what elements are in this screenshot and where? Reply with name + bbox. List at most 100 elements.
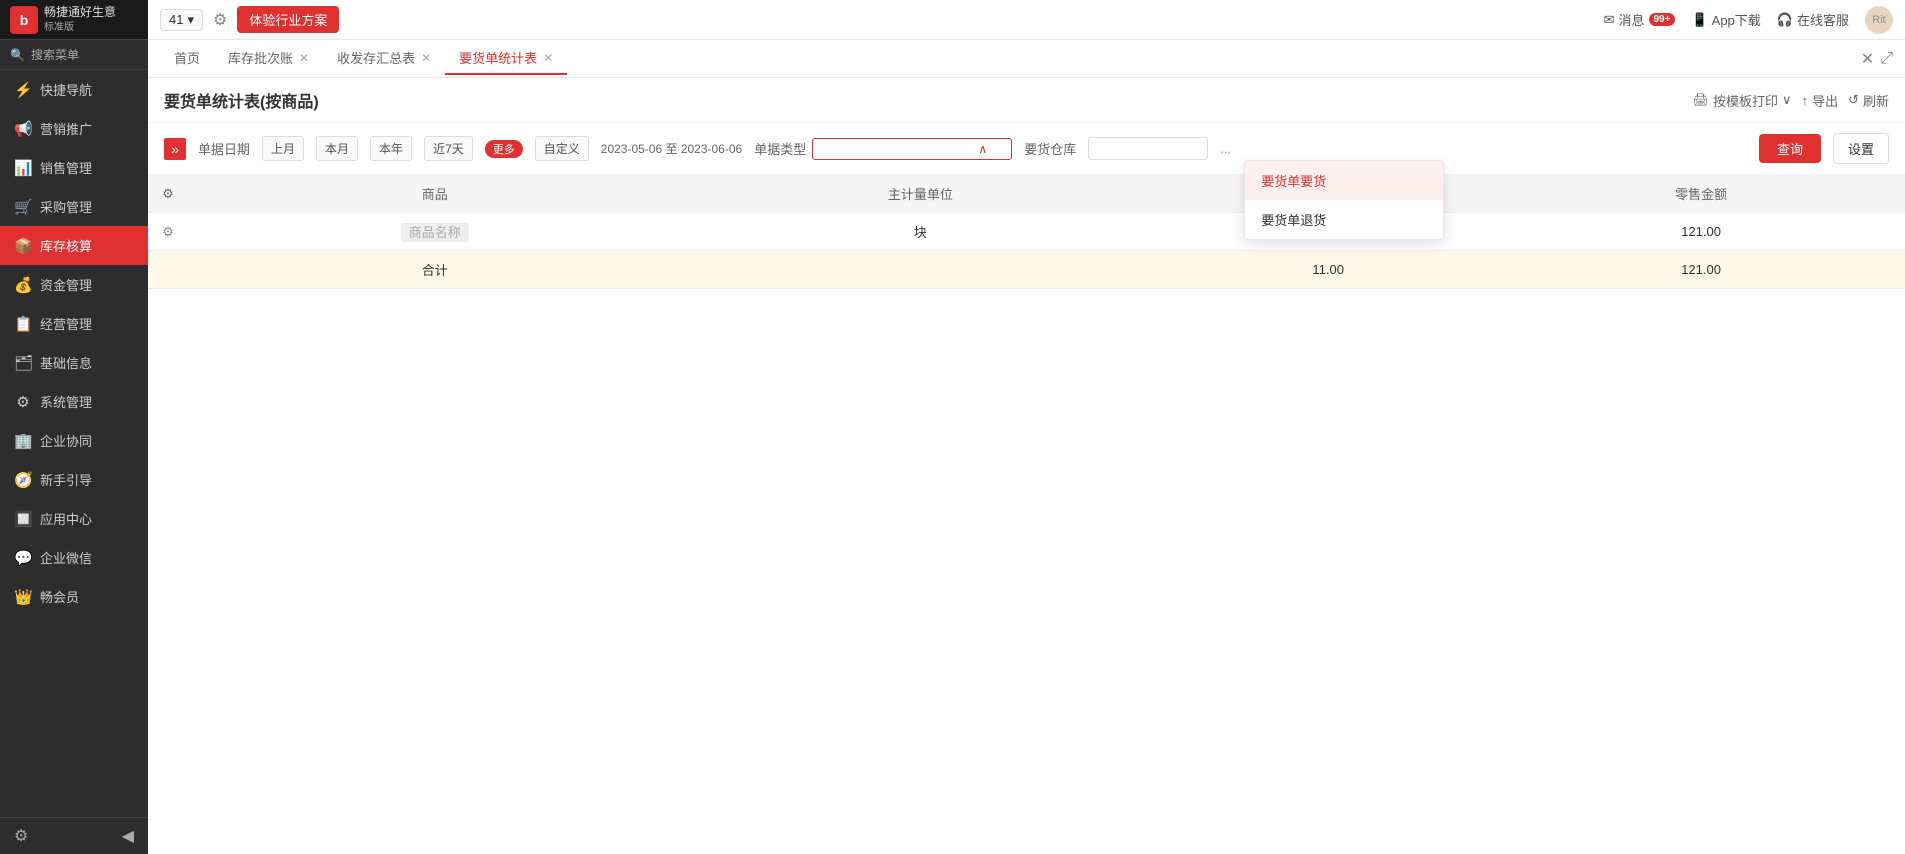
- page-header: 要货单统计表(按商品) 🖨 按模板打印 ∨ ↑ 导出 ↺ 刷新: [148, 78, 1905, 123]
- sidebar-item-finance[interactable]: 💰 资金管理: [0, 265, 148, 304]
- table-container: ⚙ 商品 主计量单位 主数量 零售金额 ⚙ 商品名称 块 11.00 121.0…: [148, 175, 1905, 854]
- custom-date-btn[interactable]: 自定义: [535, 136, 589, 161]
- last-month-btn[interactable]: 上月: [262, 136, 304, 161]
- tab-receipt-summary[interactable]: 收发存汇总表✕: [323, 42, 445, 75]
- sidebar-item-marketing[interactable]: 📢 营销推广: [0, 109, 148, 148]
- nav-icon-enterprise: 🏢: [14, 432, 32, 450]
- nav-label-finance: 资金管理: [40, 275, 92, 294]
- type-dropdown-popup: 要货单要货要货单退货: [1244, 160, 1444, 240]
- warehouse-more-icon[interactable]: ...: [1220, 141, 1231, 156]
- total-label: 合计: [188, 251, 682, 289]
- sidebar-item-operations[interactable]: 📋经营管理: [0, 304, 148, 343]
- sidebar-search[interactable]: 🔍 搜索菜单: [0, 40, 148, 70]
- nav-icon-marketing: 📢: [14, 120, 32, 138]
- query-button[interactable]: 查询: [1759, 134, 1821, 163]
- nav-label-appstore: 应用中心: [40, 509, 92, 528]
- nav-label-basic: 基础信息: [40, 353, 92, 372]
- sidebar-item-appstore[interactable]: 🔲应用中心: [0, 499, 148, 538]
- sidebar-item-wechat[interactable]: 💬 企业微信: [0, 538, 148, 577]
- row-settings[interactable]: ⚙: [148, 213, 188, 251]
- more-btn[interactable]: 更多: [485, 140, 523, 158]
- dropdown-item-order-goods[interactable]: 要货单要货: [1245, 161, 1443, 200]
- store-selector[interactable]: 41 ▾: [160, 9, 203, 31]
- nav-icon-member: 👑: [14, 588, 32, 606]
- nav-icon-quick-nav: ⚡: [14, 81, 32, 99]
- close-all-tabs-button[interactable]: ✕: [1861, 49, 1874, 69]
- tab-close-batch-account[interactable]: ✕: [299, 51, 309, 65]
- date-range-display: 2023-05-06 至 2023-06-06: [601, 140, 742, 157]
- nav-icon-wechat: 💬: [14, 549, 32, 567]
- row-product: 商品名称: [188, 213, 682, 251]
- nav-label-marketing: 营销推广: [40, 119, 92, 138]
- sidebar-item-basic[interactable]: 🗂 基础信息: [0, 343, 148, 382]
- topbar-gear-icon[interactable]: ⚙: [213, 10, 227, 30]
- nav-label-wechat: 企业微信: [40, 548, 92, 567]
- total-row: 合计 11.00 121.00: [148, 251, 1905, 289]
- message-button[interactable]: ✉ 消息 99+: [1604, 10, 1676, 29]
- avatar[interactable]: Rit: [1865, 6, 1893, 34]
- nav-icon-operations: 📋: [14, 315, 32, 333]
- nav-label-system: 系统管理: [40, 392, 92, 411]
- trial-button[interactable]: 体验行业方案: [237, 6, 339, 33]
- sidebar-item-system[interactable]: ⚙ 系统管理: [0, 382, 148, 421]
- topbar: 41 ▾ ⚙ 体验行业方案 ✉ 消息 99+ 📱 App下载 🎧 在线客服 Ri…: [148, 0, 1905, 40]
- sidebar-item-inventory[interactable]: 📦库存核算: [0, 226, 148, 265]
- nav-icon-guide: 🧭: [14, 471, 32, 489]
- tab-batch-account[interactable]: 库存批次账✕: [214, 42, 323, 75]
- collapse-sidebar-icon[interactable]: ◀: [122, 826, 134, 846]
- sidebar-item-sales[interactable]: 📊销售管理: [0, 148, 148, 187]
- page-content: 要货单统计表(按商品) 🖨 按模板打印 ∨ ↑ 导出 ↺ 刷新: [148, 78, 1905, 854]
- last-7-days-btn[interactable]: 近7天: [424, 136, 473, 161]
- tab-home[interactable]: 首页: [160, 42, 214, 75]
- table-header-row: ⚙ 商品 主计量单位 主数量 零售金额: [148, 175, 1905, 213]
- expand-tabs-button[interactable]: ⤢: [1880, 50, 1893, 68]
- sidebar-item-member[interactable]: 👑畅会员: [0, 577, 148, 616]
- tab-order-stats[interactable]: 要货单统计表✕: [445, 42, 567, 75]
- nav-icon-basic: 🗂: [14, 354, 32, 372]
- page-panel: 要货单统计表(按商品) 🖨 按模板打印 ∨ ↑ 导出 ↺ 刷新: [148, 78, 1905, 854]
- print-dropdown-icon: ∨: [1782, 92, 1792, 108]
- settings-button[interactable]: 设置: [1833, 133, 1889, 164]
- sidebar-item-purchase[interactable]: 🛒 采购管理: [0, 187, 148, 226]
- table-row: ⚙ 商品名称 块 11.00 121.00: [148, 213, 1905, 251]
- warehouse-select[interactable]: [1088, 137, 1208, 160]
- type-select[interactable]: ∧: [812, 138, 1012, 160]
- tab-close-receipt-summary[interactable]: ✕: [421, 51, 431, 65]
- main-content: 41 ▾ ⚙ 体验行业方案 ✉ 消息 99+ 📱 App下载 🎧 在线客服 Ri…: [148, 0, 1905, 854]
- tab-close-order-stats[interactable]: ✕: [543, 51, 553, 65]
- filter-toggle-button[interactable]: »: [164, 138, 186, 160]
- page-title: 要货单统计表(按商品): [164, 88, 319, 112]
- dropdown-icon: ▾: [187, 12, 194, 28]
- this-year-btn[interactable]: 本年: [370, 136, 412, 161]
- print-button[interactable]: 🖨 按模板打印 ∨: [1693, 91, 1792, 110]
- online-service-button[interactable]: 🎧 在线客服: [1777, 10, 1849, 29]
- sidebar-item-quick-nav[interactable]: ⚡快捷导航: [0, 70, 148, 109]
- nav-label-purchase: 采购管理: [40, 197, 92, 216]
- nav-label-sales: 销售管理: [40, 158, 92, 177]
- export-button[interactable]: ↑ 导出: [1802, 91, 1839, 110]
- headset-icon: 🎧: [1777, 12, 1793, 28]
- tabs-bar: 首页库存批次账✕收发存汇总表✕要货单统计表✕ ✕ ⤢: [148, 40, 1905, 78]
- sidebar-item-enterprise[interactable]: 🏢企业协同: [0, 421, 148, 460]
- row-unit: 块: [682, 213, 1160, 251]
- phone-icon: 📱: [1691, 12, 1707, 28]
- sidebar-logo: b: [10, 6, 38, 34]
- topbar-left: 41 ▾ ⚙ 体验行业方案: [160, 6, 339, 33]
- sidebar-item-guide[interactable]: 🧭新手引导: [0, 460, 148, 499]
- nav-icon-system: ⚙: [14, 393, 32, 411]
- tabs-actions: ✕ ⤢: [1861, 49, 1893, 69]
- row-amount: 121.00: [1497, 213, 1905, 251]
- date-label: 单据日期: [198, 139, 250, 158]
- nav-icon-finance: 💰: [14, 276, 32, 294]
- sidebar-header: b 畅捷通好生意 标准版: [0, 0, 148, 40]
- this-month-btn[interactable]: 本月: [316, 136, 358, 161]
- refresh-button[interactable]: ↺ 刷新: [1848, 91, 1889, 110]
- sidebar: b 畅捷通好生意 标准版 🔍 搜索菜单 ⚡快捷导航 📢 营销推广 📊销售管理 🛒 采购管理…: [0, 0, 148, 854]
- col-amount: 零售金额: [1497, 175, 1905, 213]
- settings-icon[interactable]: ⚙: [14, 826, 28, 846]
- nav-icon-purchase: 🛒: [14, 198, 32, 216]
- app-download-button[interactable]: 📱 App下载: [1691, 10, 1760, 29]
- col-settings[interactable]: ⚙: [148, 175, 188, 213]
- refresh-icon: ↺: [1848, 92, 1859, 108]
- dropdown-item-order-return[interactable]: 要货单退货: [1245, 200, 1443, 239]
